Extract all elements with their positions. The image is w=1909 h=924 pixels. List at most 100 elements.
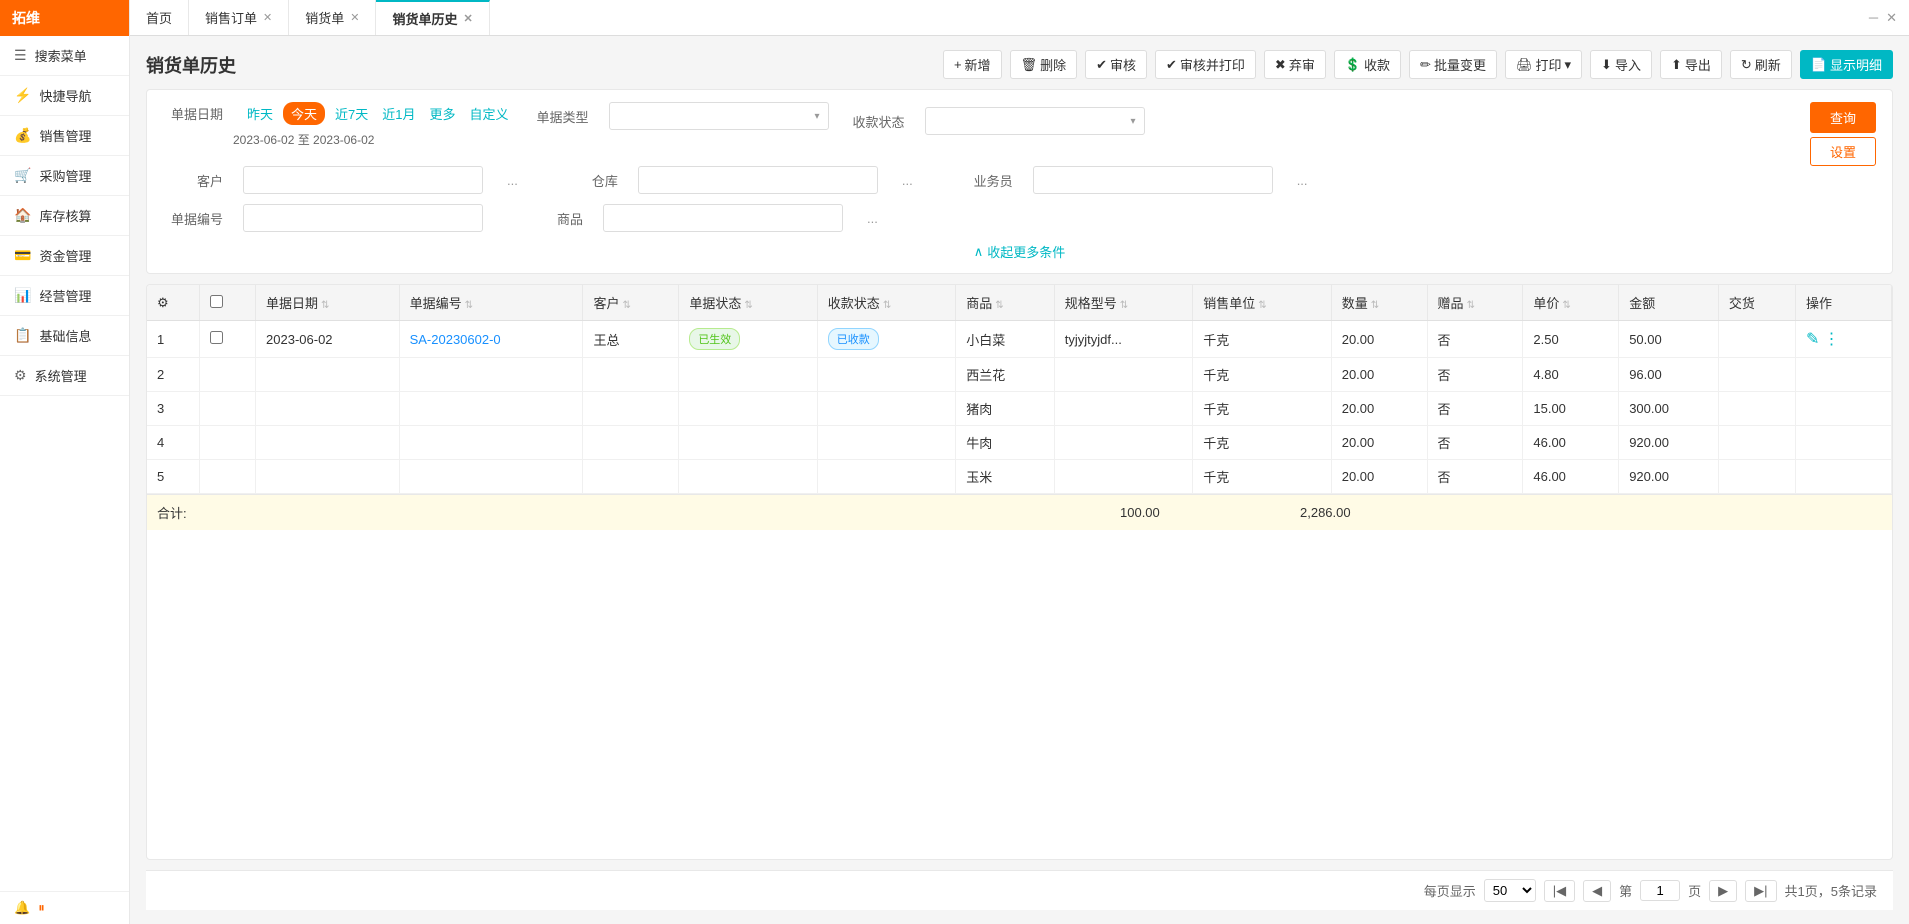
sidebar-item-finance[interactable]: 💳 资金管理	[0, 236, 129, 276]
tab-sales-order[interactable]: 销售订单 ✕	[189, 0, 289, 35]
cell-checkbox	[200, 321, 256, 358]
col-customer[interactable]: 客户⇅	[583, 285, 679, 321]
cell-transaction	[1718, 321, 1795, 358]
col-checkbox	[200, 285, 256, 321]
col-gift[interactable]: 赠品⇅	[1427, 285, 1523, 321]
cell-checkbox	[200, 392, 256, 426]
col-doc-date[interactable]: 单据日期⇅	[256, 285, 400, 321]
sidebar-item-inventory[interactable]: 🏠 库存核算	[0, 196, 129, 236]
add-button[interactable]: + 新增	[943, 50, 1002, 79]
goods-input[interactable]	[603, 204, 843, 232]
review-button[interactable]: ✔ 审核	[1085, 50, 1147, 79]
first-page-button[interactable]: |◀	[1544, 880, 1575, 902]
refresh-button[interactable]: ↻ 刷新	[1730, 50, 1792, 79]
per-page-select[interactable]: 50 100 200	[1484, 879, 1536, 902]
print-dropdown-icon: ▾	[1565, 57, 1572, 73]
tab-sales-history-close[interactable]: ✕	[464, 12, 473, 25]
query-button[interactable]: 查询	[1810, 102, 1876, 133]
window-minimize-icon[interactable]: ─	[1869, 10, 1878, 25]
shortcut-yesterday[interactable]: 昨天	[243, 102, 277, 125]
shortcut-more[interactable]: 更多	[426, 102, 460, 125]
doc-type-select[interactable]: ▾	[609, 102, 829, 130]
sidebar-item-sales-mgmt[interactable]: 💰 销售管理	[0, 116, 129, 156]
sidebar-item-operations[interactable]: 📊 经营管理	[0, 276, 129, 316]
sidebar-item-quick-nav[interactable]: ⚡ 快捷导航	[0, 76, 129, 116]
tab-sales-history[interactable]: 销货单历史 ✕	[376, 0, 489, 35]
last-page-button[interactable]: ▶|	[1745, 880, 1776, 902]
print-button[interactable]: 🖨 打印 ▾	[1505, 50, 1582, 79]
shortcut-today[interactable]: 今天	[283, 102, 325, 125]
cell-checkbox	[200, 426, 256, 460]
doc-no-link[interactable]: SA-20230602-0	[410, 332, 501, 347]
col-goods[interactable]: 商品⇅	[956, 285, 1054, 321]
filter-row-3: 单据编号 商品 ...	[163, 204, 1876, 232]
collect-button[interactable]: 💲 收款	[1334, 50, 1401, 79]
col-spec[interactable]: 规格型号⇅	[1054, 285, 1192, 321]
cell-doc-date	[256, 426, 400, 460]
warehouse-dots[interactable]: ...	[902, 173, 913, 188]
prev-page-button[interactable]: ◀	[1583, 880, 1611, 902]
goods-dots[interactable]: ...	[867, 211, 878, 226]
next-page-button[interactable]: ▶	[1709, 880, 1737, 902]
col-payment-status[interactable]: 收款状态⇅	[817, 285, 955, 321]
select-all-checkbox[interactable]	[210, 295, 223, 308]
salesperson-dots[interactable]: ...	[1297, 173, 1308, 188]
sidebar-item-label: 采购管理	[39, 166, 91, 185]
tab-sales-order-label: 销售订单	[205, 8, 257, 27]
col-qty[interactable]: 数量⇅	[1331, 285, 1427, 321]
tab-sales-delivery-close[interactable]: ✕	[350, 11, 359, 24]
window-close-icon[interactable]: ✕	[1886, 10, 1897, 26]
col-settings[interactable]: ⚙	[147, 285, 200, 321]
payment-status-select[interactable]: ▾	[925, 107, 1145, 135]
show-detail-button[interactable]: 📄 显示明细	[1800, 50, 1893, 79]
sidebar-item-basic-info[interactable]: 📋 基础信息	[0, 316, 129, 356]
col-doc-no[interactable]: 单据编号⇅	[399, 285, 583, 321]
table-row: 4 牛肉 千克 20.00 否 46.00 920.00	[147, 426, 1892, 460]
payment-status-badge: 已收款	[828, 328, 879, 350]
review-print-button[interactable]: ✔ 审核并打印	[1155, 50, 1256, 79]
doc-no-label: 单据编号	[163, 209, 223, 228]
sidebar-item-system-mgmt[interactable]: ⚙ 系统管理	[0, 356, 129, 396]
tabs-right-controls: ─ ✕	[1869, 0, 1909, 35]
delete-button[interactable]: 🗑 删除	[1010, 50, 1078, 79]
export-button[interactable]: ⬆ 导出	[1660, 50, 1722, 79]
batch-change-button[interactable]: ✏ 批量变更	[1409, 50, 1497, 79]
sidebar-item-search-menu[interactable]: ☰ 搜索菜单	[0, 36, 129, 76]
filter-panel: 单据日期 昨天 今天 近7天 近1月 更多 自定义 2023-06-02 至 2…	[146, 89, 1893, 274]
shortcut-1month[interactable]: 近1月	[378, 102, 419, 125]
salesperson-input[interactable]	[1033, 166, 1273, 194]
cell-payment-status	[817, 392, 955, 426]
pause-icon[interactable]: ⏸	[38, 900, 45, 916]
cell-doc-status	[679, 392, 817, 426]
row-checkbox[interactable]	[210, 331, 223, 344]
tab-home[interactable]: 首页	[130, 0, 189, 35]
payment-status-label: 收款状态	[845, 112, 905, 131]
warehouse-input[interactable]	[638, 166, 878, 194]
edit-action-icon[interactable]: ✎	[1806, 331, 1819, 348]
tab-sales-order-close[interactable]: ✕	[263, 11, 272, 24]
tab-sales-delivery[interactable]: 销货单 ✕	[289, 0, 376, 35]
more-action-icon[interactable]: ⋮	[1823, 331, 1839, 348]
shortcut-7days[interactable]: 近7天	[331, 102, 372, 125]
customer-input[interactable]	[243, 166, 483, 194]
cell-customer: 王总	[583, 321, 679, 358]
notification-icon[interactable]: 🔔	[14, 900, 30, 916]
shortcut-custom[interactable]: 自定义	[466, 102, 513, 125]
doc-no-input[interactable]	[243, 204, 483, 232]
abandon-button[interactable]: ✖ 弃审	[1264, 50, 1326, 79]
collapse-button[interactable]: ∧ 收起更多条件	[974, 242, 1066, 261]
customer-dots[interactable]: ...	[507, 173, 518, 188]
sidebar-item-label: 经营管理	[39, 286, 91, 305]
cell-payment-status	[817, 460, 955, 494]
cell-unit: 千克	[1193, 321, 1331, 358]
import-button[interactable]: ⬇ 导入	[1590, 50, 1652, 79]
cell-action	[1796, 392, 1892, 426]
page-input[interactable]	[1640, 880, 1680, 901]
settings-button[interactable]: 设置	[1810, 137, 1876, 166]
col-doc-status[interactable]: 单据状态⇅	[679, 285, 817, 321]
sidebar-item-purchase-mgmt[interactable]: 🛒 采购管理	[0, 156, 129, 196]
cell-transaction	[1718, 358, 1795, 392]
col-unit[interactable]: 销售单位⇅	[1193, 285, 1331, 321]
col-amount: 金额	[1619, 285, 1719, 321]
col-unit-price[interactable]: 单价⇅	[1523, 285, 1619, 321]
